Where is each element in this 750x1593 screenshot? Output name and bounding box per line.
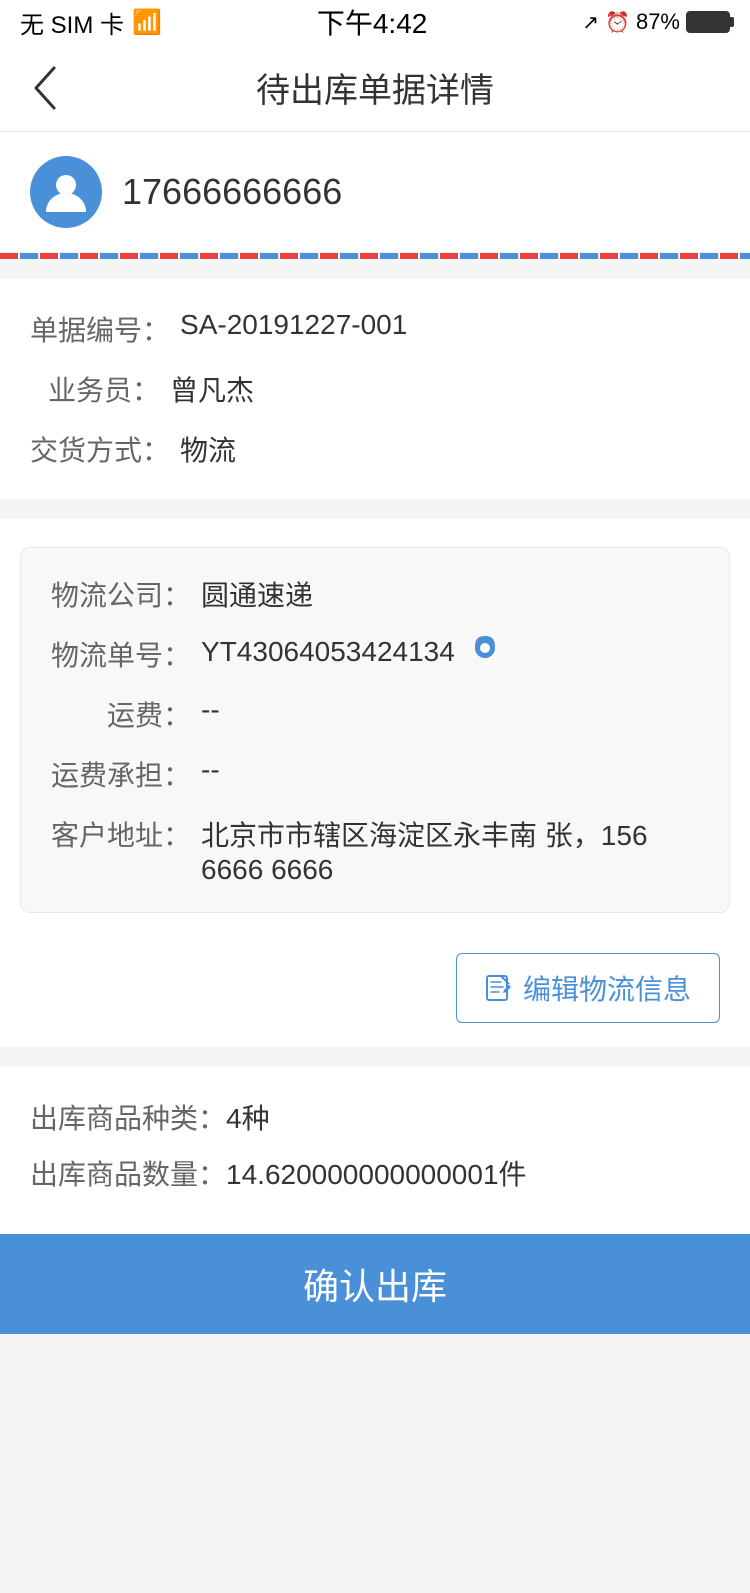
delivery-row: 交货方式： 物流 [30,429,720,469]
logistics-freight-label: 运费： [51,694,201,734]
sales-rep-row: 业务员： 曾凡杰 [30,369,720,409]
doc-info-section: 单据编号： SA-20191227-001 业务员： 曾凡杰 交货方式： 物流 [0,279,750,499]
section-gap-3 [0,1047,750,1067]
avatar [30,156,102,228]
doc-number-row: 单据编号： SA-20191227-001 [30,309,720,349]
logistics-freight-value: -- [201,694,699,726]
doc-number-label: 单据编号： [30,309,180,349]
battery-percent: 87% [636,9,680,35]
status-right: ↗ ⏰ 87% [582,9,730,35]
bottom-spacer [0,1333,750,1493]
nav-bar: 待出库单据详情 [0,44,750,132]
delivery-value: 物流 [180,429,720,469]
logistics-bearer-value: -- [201,754,699,786]
edit-logistics-button[interactable]: 编辑物流信息 [456,953,720,1023]
logistics-company-row: 物流公司： 圆通速递 [51,574,699,614]
goods-quantity-label: 出库商品数量： [30,1153,226,1193]
goods-section: 出库商品种类： 4种 出库商品数量： 14.620000000000001件 [0,1067,750,1223]
page-title: 待出库单据详情 [256,63,494,112]
edit-icon [485,974,513,1002]
battery-icon [686,11,730,33]
wifi-icon: 📶 [132,8,162,37]
user-phone: 17666666666 [122,171,342,213]
status-bar: 无 SIM 卡 📶 下午4:42 ↗ ⏰ 87% [0,0,750,44]
bottom-bar: 确认出库 [0,1234,750,1334]
logistics-tracking-row: 物流单号： YT43064053424134 [51,634,699,674]
logistics-card: 物流公司： 圆通速递 物流单号： YT43064053424134 [20,547,730,913]
section-gap-2 [0,499,750,519]
logistics-company-label: 物流公司： [51,574,201,614]
logistics-tracking-value: YT43064053424134 [201,634,699,670]
goods-quantity-row: 出库商品数量： 14.620000000000001件 [30,1153,720,1193]
status-carrier: 无 SIM 卡 📶 [20,5,162,40]
status-time: 下午4:42 [317,2,428,42]
goods-type-value: 4种 [226,1097,270,1137]
logistics-address-value: 北京市市辖区海淀区永丰南 张，156 6666 6666 [201,814,699,886]
edit-logistics-label: 编辑物流信息 [523,968,691,1008]
location-icon: ↗ [582,10,599,35]
goods-type-row: 出库商品种类： 4种 [30,1097,720,1137]
alarm-icon: ⏰ [605,10,630,35]
goods-quantity-value: 14.620000000000001件 [226,1153,527,1193]
sales-rep-label: 业务员： [30,369,170,409]
section-gap-1 [0,259,750,279]
logistics-freight-row: 运费： -- [51,694,699,734]
logistics-address-row: 客户地址： 北京市市辖区海淀区永丰南 张，156 6666 6666 [51,814,699,886]
sales-rep-value: 曾凡杰 [170,369,720,409]
logistics-tracking-label: 物流单号： [51,634,201,674]
edit-logistics-section: 编辑物流信息 [0,937,750,1047]
logistics-bearer-label: 运费承担： [51,754,201,794]
user-header: 17666666666 [0,132,750,253]
doc-number-value: SA-20191227-001 [180,309,720,341]
location-pin-icon[interactable] [467,634,503,670]
goods-type-label: 出库商品种类： [30,1097,226,1137]
logistics-address-label: 客户地址： [51,814,201,854]
person-icon [42,168,90,216]
logistics-company-value: 圆通速递 [201,574,699,614]
logistics-bearer-row: 运费承担： -- [51,754,699,794]
confirm-button[interactable]: 确认出库 [303,1258,447,1310]
delivery-label: 交货方式： [30,429,180,469]
back-button[interactable] [30,64,90,112]
